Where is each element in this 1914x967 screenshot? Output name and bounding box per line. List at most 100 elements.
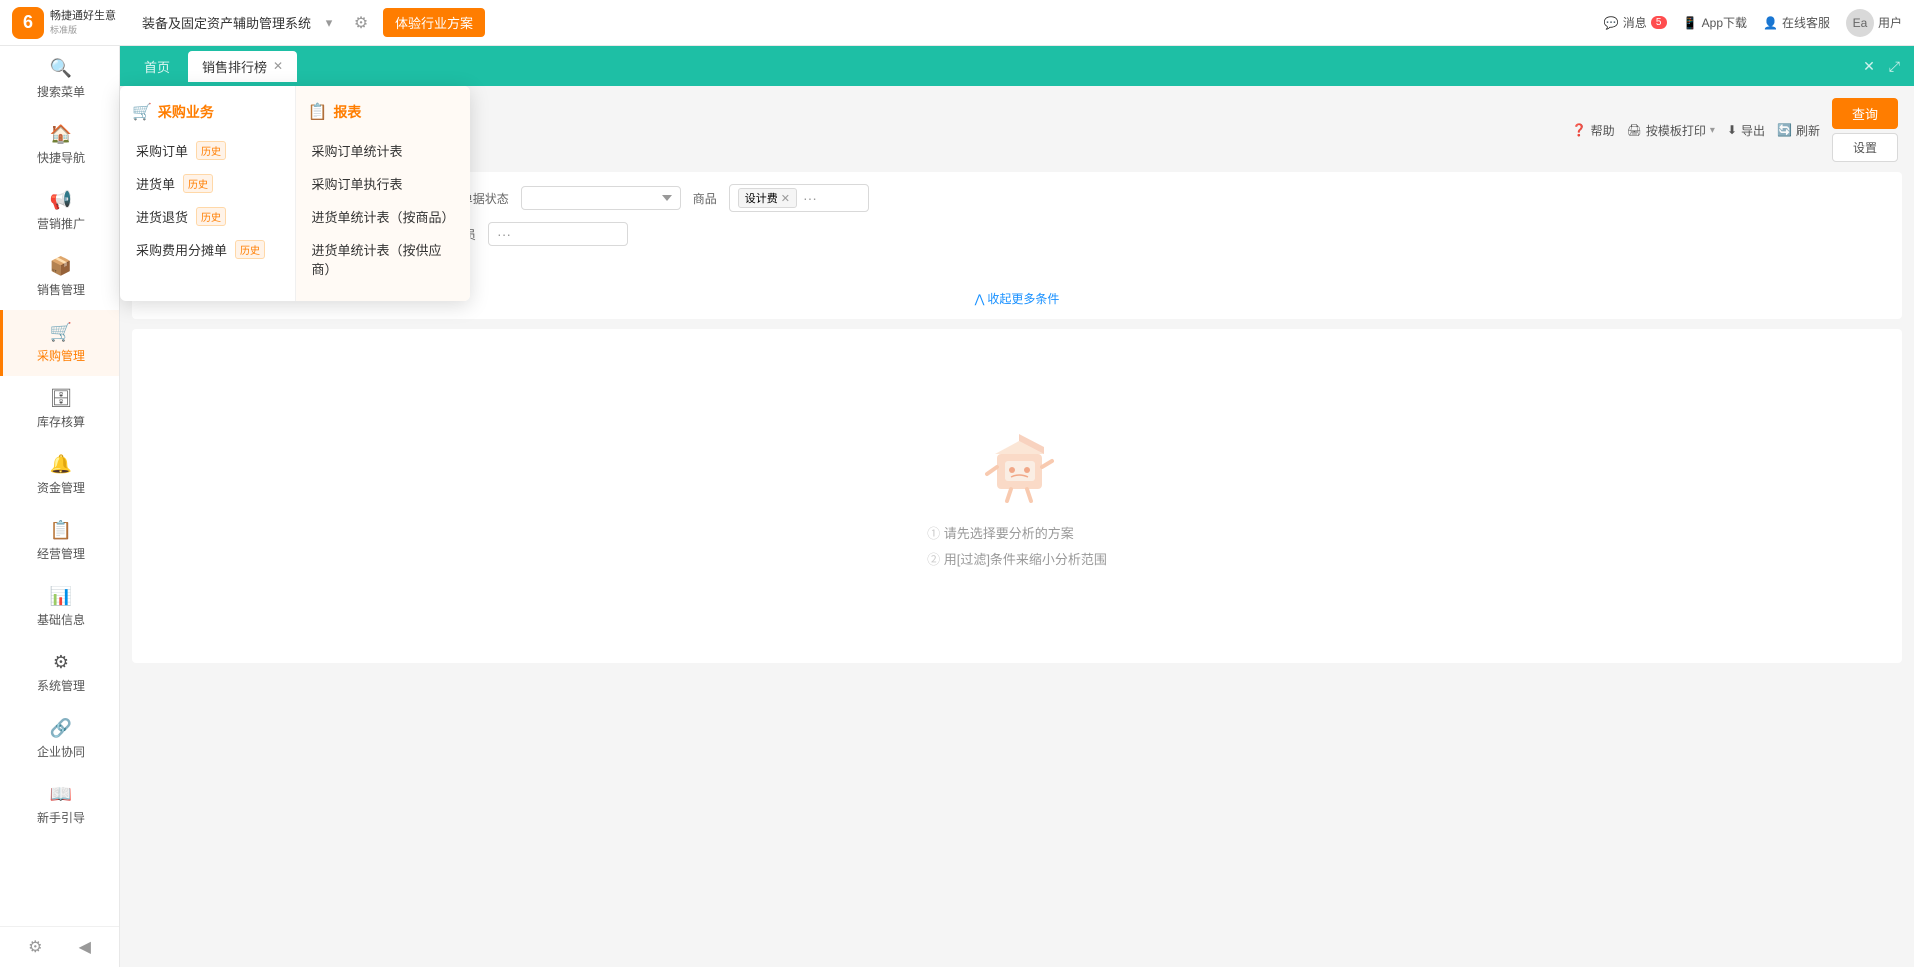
- sidebar-collapse-icon[interactable]: ◀: [79, 937, 91, 957]
- collapse-up-icon: ⋀: [975, 292, 985, 306]
- app-download-action[interactable]: 📱 App下载: [1683, 14, 1747, 31]
- sidebar-settings-icon[interactable]: ⚙: [28, 937, 42, 957]
- dropdown-item-inbound-return[interactable]: 进货退货 历史: [132, 200, 283, 233]
- sidebar-item-label-inventory: 库存核算: [37, 413, 85, 430]
- export-action[interactable]: ⬇ 导出: [1727, 122, 1765, 139]
- tab-bar-right: ✕ ⤢: [1859, 56, 1904, 77]
- history-tag-3: 历史: [235, 240, 265, 259]
- export-label: 导出: [1741, 122, 1765, 139]
- reports-section: 📋 报表 采购订单统计表 采购订单执行表 进货单统计表（按商品） 进货单统计表（…: [296, 86, 471, 301]
- order-exec-label: 采购订单执行表: [312, 174, 403, 193]
- refresh-icon: 🔄: [1777, 123, 1792, 137]
- message-action[interactable]: 💬 消息 5: [1604, 14, 1667, 31]
- top-header: 6 畅捷通好生意 标准版 装备及固定资产辅助管理系统 ▾ ⚙ 体验行业方案 💬 …: [0, 0, 1914, 46]
- print-dropdown-icon: ▾: [1710, 125, 1715, 136]
- collapse-label: 收起更多条件: [987, 290, 1059, 307]
- print-action[interactable]: 🖨 按模板打印 ▾: [1627, 122, 1715, 139]
- empty-state: ① 请先选择要分析的方案 ② 用[过滤]条件来缩小分析范围: [132, 359, 1902, 633]
- system-title: 装备及固定资产辅助管理系统: [142, 13, 311, 32]
- sidebar-item-label-finance: 资金管理: [37, 479, 85, 496]
- user-label: 用户: [1878, 14, 1902, 31]
- sidebar-item-marketing[interactable]: 📢 营销推广: [0, 178, 119, 244]
- user-action[interactable]: Ea 用户: [1846, 9, 1902, 37]
- dropdown-item-purchase-expense[interactable]: 采购费用分摊单 历史: [132, 233, 283, 266]
- header-right: 💬 消息 5 📱 App下载 👤 在线客服 Ea 用户: [1604, 9, 1902, 37]
- goods-tag-text: 设计费: [745, 190, 778, 206]
- goods-tag: 设计费 ✕: [738, 188, 797, 208]
- history-tag-2: 历史: [196, 207, 226, 226]
- history-tag-1: 历史: [183, 174, 213, 193]
- tab-expand-btn[interactable]: ⤢: [1885, 56, 1904, 77]
- sidebar-item-quick-nav[interactable]: 🏠 快捷导航: [0, 112, 119, 178]
- inbound-stats-supplier-label: 进货单统计表（按供应商）: [312, 240, 455, 278]
- sidebar-item-sales[interactable]: 📦 销售管理: [0, 244, 119, 310]
- print-label: 按模板打印: [1646, 122, 1706, 139]
- dropdown-item-inbound-stats-goods[interactable]: 进货单统计表（按商品）: [308, 200, 459, 233]
- collapse-btn[interactable]: ⋀ 收起更多条件: [975, 290, 1060, 307]
- tab-close-icon[interactable]: ✕: [273, 59, 283, 73]
- refresh-action[interactable]: 🔄 刷新: [1777, 122, 1820, 139]
- sales-icon: 📦: [50, 256, 72, 277]
- logo-area: 6 畅捷通好生意 标准版: [12, 7, 132, 39]
- dropdown-item-order-stats[interactable]: 采购订单统计表: [308, 134, 459, 167]
- dropdown-item-purchase-order[interactable]: 采购订单 历史: [132, 134, 283, 167]
- phone-icon: 📱: [1683, 16, 1698, 30]
- order-stats-label: 采购订单统计表: [312, 141, 403, 160]
- sidebar: 🔍 搜索菜单 🏠 快捷导航 📢 营销推广 📦 销售管理 🛒 采购管理 🗄 库存核…: [0, 46, 120, 967]
- dropdown-item-order-exec[interactable]: 采购订单执行表: [308, 167, 459, 200]
- sidebar-item-system[interactable]: ⚙ 系统管理: [0, 640, 119, 706]
- goods-label: 商品: [693, 190, 717, 207]
- industry-btn[interactable]: 体验行业方案: [383, 8, 485, 37]
- query-btn[interactable]: 查询: [1832, 98, 1898, 129]
- sidebar-item-purchase[interactable]: 🛒 采购管理: [0, 310, 119, 376]
- purchase-dropdown-menu: 🛒 采购业务 采购订单 历史 进货单 历史 进货退货 历史 采购费用分摊单 历史…: [120, 86, 470, 301]
- history-tag-0: 历史: [196, 141, 226, 160]
- online-service-label: 在线客服: [1782, 14, 1830, 31]
- sidebar-item-basic-info[interactable]: 📊 基础信息: [0, 574, 119, 640]
- tab-sales-ranking[interactable]: 销售排行榜 ✕: [188, 51, 297, 82]
- sidebar-item-search[interactable]: 🔍 搜索菜单: [0, 46, 119, 112]
- tab-bar: 首页 销售排行榜 ✕ ✕ ⤢: [120, 46, 1914, 86]
- goods-tag-remove[interactable]: ✕: [781, 192, 790, 205]
- sidebar-item-guide[interactable]: 📖 新手引导: [0, 772, 119, 838]
- settings-btn[interactable]: 设置: [1832, 133, 1898, 162]
- goods-tag-input[interactable]: 设计费 ✕ ···: [729, 184, 869, 212]
- empty-tips: ① 请先选择要分析的方案 ② 用[过滤]条件来缩小分析范围: [927, 521, 1107, 573]
- message-label: 消息: [1623, 14, 1647, 31]
- goods-more-dots[interactable]: ···: [803, 190, 817, 206]
- avatar: Ea: [1846, 9, 1874, 37]
- inventory-icon: 🗄: [50, 388, 73, 409]
- logo-icon: 6: [12, 7, 44, 39]
- settings-gear-icon[interactable]: ⚙: [347, 9, 375, 37]
- basic-info-icon: 📊: [50, 586, 72, 607]
- bill-status-select[interactable]: [521, 186, 681, 210]
- sidebar-item-inventory[interactable]: 🗄 库存核算: [0, 376, 119, 442]
- service-icon: 👤: [1763, 16, 1778, 30]
- tab-close-all-btn[interactable]: ✕: [1859, 56, 1879, 77]
- company-name: 畅捷通好生意: [50, 9, 116, 23]
- help-action[interactable]: ❓ 帮助: [1572, 122, 1615, 139]
- tab-home[interactable]: 首页: [130, 51, 184, 82]
- dropdown-item-inbound-stats-supplier[interactable]: 进货单统计表（按供应商）: [308, 233, 459, 285]
- sidebar-item-enterprise[interactable]: 🔗 企业协同: [0, 706, 119, 772]
- sidebar-item-label-quick-nav: 快捷导航: [37, 149, 85, 166]
- purchase-order-label: 采购订单: [136, 141, 188, 160]
- online-service-action[interactable]: 👤 在线客服: [1763, 14, 1830, 31]
- header-center: 装备及固定资产辅助管理系统 ▾ ⚙ 体验行业方案: [142, 8, 1594, 37]
- help-icon: ❓: [1572, 123, 1587, 137]
- purchase-icon: 🛒: [50, 322, 72, 343]
- system-icon: ⚙: [53, 652, 69, 673]
- salesman-more-dots[interactable]: ···: [497, 226, 511, 242]
- sidebar-item-operations[interactable]: 📋 经营管理: [0, 508, 119, 574]
- sidebar-item-label-sales: 销售管理: [37, 281, 85, 298]
- dropdown-item-inbound[interactable]: 进货单 历史: [132, 167, 283, 200]
- app-download-label: App下载: [1702, 14, 1747, 31]
- salesman-tag-input[interactable]: ···: [488, 222, 628, 246]
- purchase-section-title: 🛒 采购业务: [132, 102, 283, 122]
- sidebar-item-finance[interactable]: 🔔 资金管理: [0, 442, 119, 508]
- empty-tip-1: ① 请先选择要分析的方案: [927, 521, 1107, 547]
- home-icon: 🏠: [50, 124, 72, 145]
- system-dropdown-btn[interactable]: ▾: [319, 13, 339, 33]
- reports-menu-icon: 📋: [308, 102, 328, 122]
- inbound-return-label: 进货退货: [136, 207, 188, 226]
